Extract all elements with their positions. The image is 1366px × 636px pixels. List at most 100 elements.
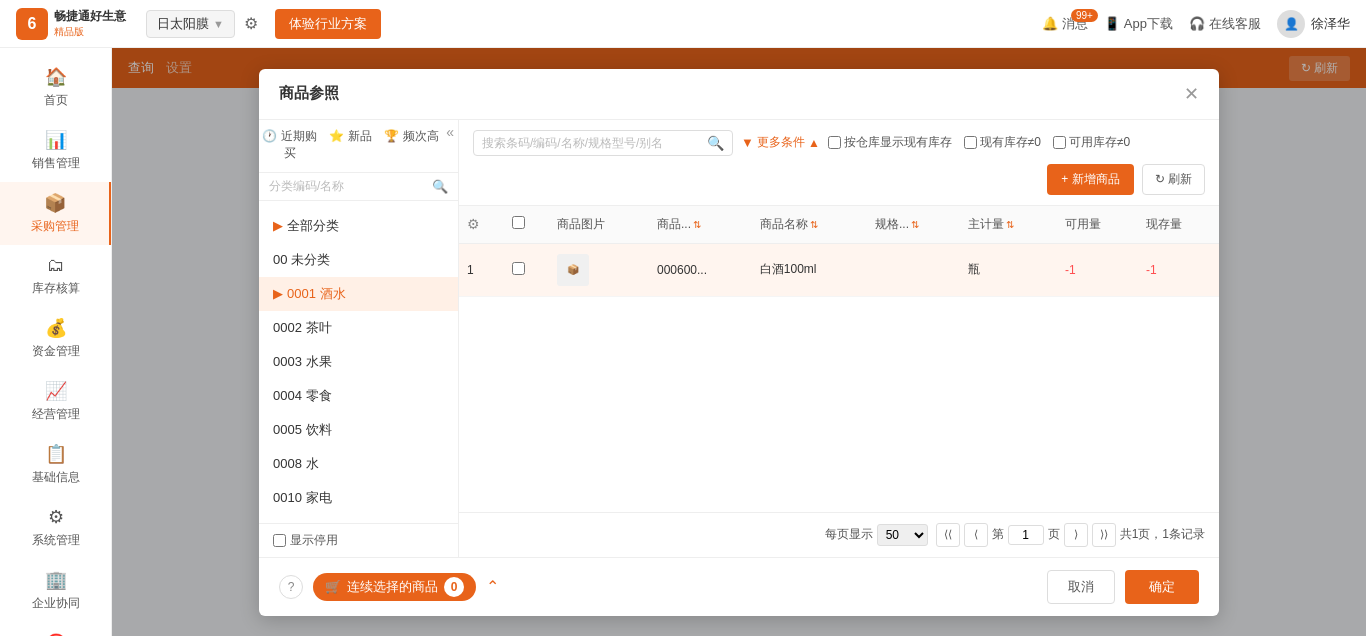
tab-new-products[interactable]: ⭐ 新品	[320, 120, 381, 172]
cat-item-snack[interactable]: 0004 零食	[259, 379, 458, 413]
row-checkbox-cell	[504, 243, 549, 296]
filter-existing-checkbox[interactable]	[964, 136, 977, 149]
trial-button[interactable]: 体验行业方案	[275, 9, 381, 39]
sidebar-item-collab[interactable]: 🏢 企业协同	[0, 559, 111, 622]
filter-warehouse-label[interactable]: 按仓库显示现有库存	[828, 134, 952, 151]
collapse-icon[interactable]: ⌃	[486, 577, 499, 596]
topbar-right: 🔔 消息 99+ 📱 App下载 🎧 在线客服 👤 徐泽华	[1042, 10, 1350, 38]
product-search-icon[interactable]: 🔍	[707, 135, 724, 151]
product-search-box: 🔍	[473, 130, 733, 156]
next-page-button[interactable]: ⟩	[1064, 523, 1088, 547]
expand-icon: ▶	[273, 218, 283, 233]
company-selector[interactable]: 日太阳膜 ▼	[146, 10, 235, 38]
page-number-input[interactable]	[1008, 525, 1044, 545]
sales-icon: 📊	[45, 129, 67, 151]
headset-icon: 🎧	[1189, 16, 1205, 31]
chevron-down-icon: ▼	[213, 18, 224, 30]
product-reference-modal: 商品参照 ✕ 🕐 近期购买 ⭐	[259, 69, 1219, 616]
cart-area[interactable]: 🛒 连续选择的商品 0	[313, 573, 476, 601]
th-gear[interactable]: ⚙	[459, 206, 504, 244]
cat-item-tea[interactable]: 0002 茶叶	[259, 311, 458, 345]
show-disabled-label[interactable]: 显示停用	[290, 532, 338, 549]
select-all-checkbox[interactable]	[512, 216, 525, 229]
refresh-button[interactable]: ↻ 刷新	[1142, 164, 1205, 195]
sidebar-item-system[interactable]: ⚙ 系统管理	[0, 496, 111, 559]
app-download-button[interactable]: 📱 App下载	[1104, 15, 1173, 33]
cat-item-fruit[interactable]: 0003 水果	[259, 345, 458, 379]
sidebar-item-base[interactable]: 📋 基础信息	[0, 433, 111, 496]
row-name-cell: 白酒100ml	[752, 243, 867, 296]
collapse-panel-icon[interactable]: «	[442, 120, 458, 172]
th-img: 商品图片	[549, 206, 649, 244]
cat-item-water[interactable]: 0008 水	[259, 447, 458, 481]
chevron-up-icon: ▲	[808, 136, 820, 150]
table-header: ⚙ 商品图片 商品... ⇅	[459, 206, 1219, 244]
sort-spec[interactable]: 规格... ⇅	[875, 216, 952, 233]
confirm-button[interactable]: 确定	[1125, 570, 1199, 604]
last-page-button[interactable]: ⟩⟩	[1092, 523, 1116, 547]
tab-high-freq[interactable]: 🏆 频次高	[381, 120, 442, 172]
cat-item-uncategorized[interactable]: 00 未分类	[259, 243, 458, 277]
th-unit: 主计量 ⇅	[960, 206, 1057, 244]
tab-recent-purchase[interactable]: 🕐 近期购买	[259, 120, 320, 172]
sidebar-item-ops[interactable]: 📈 经营管理	[0, 370, 111, 433]
filter-available-label[interactable]: 可用库存≠0	[1053, 134, 1130, 151]
per-page: 每页显示 50 10 20 100	[825, 524, 928, 546]
filter-existing-label[interactable]: 现有库存≠0	[964, 134, 1041, 151]
category-search-input[interactable]	[269, 179, 428, 193]
sidebar-item-home[interactable]: 🏠 首页	[0, 56, 111, 119]
trophy-icon: 🏆	[384, 129, 399, 143]
cat-item-appliance[interactable]: 0010 家电	[259, 481, 458, 515]
finance-icon: 💰	[45, 317, 67, 339]
collab-icon: 🏢	[45, 569, 67, 591]
product-search-input[interactable]	[482, 136, 703, 150]
sidebar-item-sales[interactable]: 📊 销售管理	[0, 119, 111, 182]
cancel-button[interactable]: 取消	[1047, 570, 1115, 604]
footer-buttons: 取消 确定	[1047, 570, 1199, 604]
row-available-cell: -1	[1057, 243, 1138, 296]
cat-item-beverage[interactable]: 0005 饮料	[259, 413, 458, 447]
filter-warehouse-checkbox[interactable]	[828, 136, 841, 149]
topbar: 6 畅捷通好生意 精品版 日太阳膜 ▼ ⚙ 体验行业方案 🔔 消息 99+ 📱 …	[0, 0, 1366, 48]
table-body: 1 📦 000600... 白酒100ml 瓶	[459, 243, 1219, 296]
sidebar-item-guide[interactable]: 🎯 新手引导	[0, 622, 111, 636]
table-row[interactable]: 1 📦 000600... 白酒100ml 瓶	[459, 243, 1219, 296]
cart-text: 连续选择的商品	[347, 578, 438, 596]
cat-item-all[interactable]: ▶ 全部分类	[259, 209, 458, 243]
add-product-button[interactable]: + 新增商品	[1047, 164, 1133, 195]
first-page-button[interactable]: ⟨⟨	[936, 523, 960, 547]
pagination: 每页显示 50 10 20 100 ⟨⟨ ⟨	[459, 512, 1219, 557]
prev-page-button[interactable]: ⟨	[964, 523, 988, 547]
settings-icon[interactable]: ⚙	[235, 8, 267, 40]
th-available: 可用量	[1057, 206, 1138, 244]
ops-icon: 📈	[45, 380, 67, 402]
modal-overlay: 商品参照 ✕ 🕐 近期购买 ⭐	[112, 48, 1366, 636]
bell-icon: 🔔	[1042, 16, 1058, 31]
sidebar-item-inventory[interactable]: 🗂 库存核算	[0, 245, 111, 307]
sort-name[interactable]: 商品名称 ⇅	[760, 216, 859, 233]
sort-code[interactable]: 商品... ⇅	[657, 216, 744, 233]
modal-close-button[interactable]: ✕	[1184, 83, 1199, 105]
sort-unit[interactable]: 主计量 ⇅	[968, 216, 1049, 233]
user-menu[interactable]: 👤 徐泽华	[1277, 10, 1350, 38]
th-stock: 现存量	[1138, 206, 1219, 244]
show-disabled-checkbox[interactable]	[273, 534, 286, 547]
row-checkbox[interactable]	[512, 262, 525, 275]
sidebar-item-purchase[interactable]: 📦 采购管理	[0, 182, 111, 245]
sidebar-item-finance[interactable]: 💰 资金管理	[0, 307, 111, 370]
home-icon: 🏠	[45, 66, 67, 88]
per-page-select[interactable]: 50 10 20 100	[877, 524, 928, 546]
filter-available-checkbox[interactable]	[1053, 136, 1066, 149]
category-quick-tabs: 🕐 近期购买 ⭐ 新品 🏆 频次高 «	[259, 120, 458, 173]
category-search-icon[interactable]: 🔍	[432, 179, 448, 194]
filter-more-button[interactable]: ▼ 更多条件 ▲	[741, 134, 820, 151]
sort-icon-spec: ⇅	[911, 219, 919, 230]
content-area: 查询 设置 ↻ 刷新 商品参照 ✕	[112, 48, 1366, 636]
help-button[interactable]: ?	[279, 575, 303, 599]
row-unit-cell: 瓶	[960, 243, 1057, 296]
notification-button[interactable]: 🔔 消息 99+	[1042, 15, 1088, 33]
online-service-button[interactable]: 🎧 在线客服	[1189, 15, 1261, 33]
show-disabled-row: 显示停用	[259, 523, 458, 557]
cat-item-liquor[interactable]: ▶ 0001 酒水	[259, 277, 458, 311]
sort-icon-code: ⇅	[693, 219, 701, 230]
